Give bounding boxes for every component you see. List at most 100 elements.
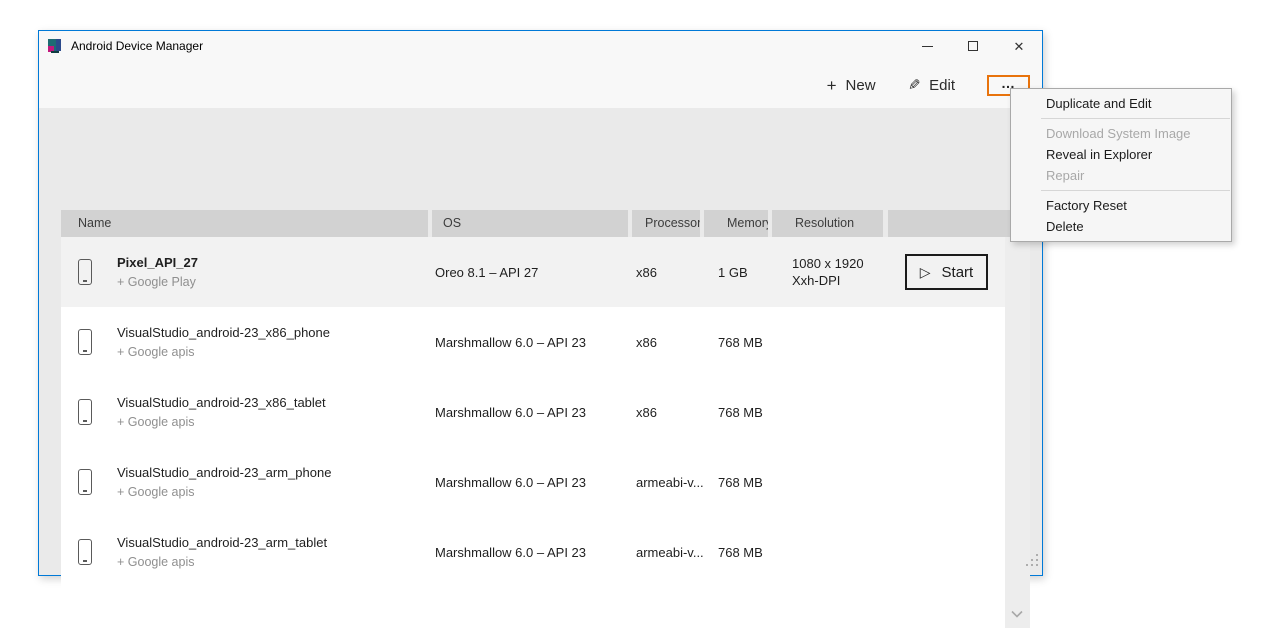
- device-resolution: [772, 377, 888, 447]
- column-header-processor: Processor: [632, 210, 700, 237]
- device-memory: 768 MB: [718, 404, 763, 420]
- new-device-button[interactable]: + New: [827, 77, 876, 94]
- device-name-block: VisualStudio_android-23_x86_phone + Goog…: [117, 325, 330, 359]
- new-button-label: New: [845, 77, 876, 94]
- menu-item-repair: Repair: [1046, 168, 1085, 183]
- device-row[interactable]: Pixel_API_27 + Google Play Oreo 8.1 – AP…: [61, 237, 1005, 307]
- menu-item-delete[interactable]: Delete: [1011, 216, 1231, 237]
- device-name: Pixel_API_27: [117, 255, 198, 270]
- device-resolution: [772, 447, 888, 517]
- device-processor: x86: [636, 264, 657, 280]
- window-resize-grip[interactable]: [1025, 553, 1039, 572]
- phone-icon: [78, 399, 92, 425]
- device-memory: 768 MB: [718, 334, 763, 350]
- phone-icon: [78, 259, 92, 285]
- toolbar: + New ✎ Edit …: [827, 75, 1030, 96]
- device-action-cell: ▷: [888, 307, 1005, 377]
- titlebar: Android Device Manager ✕: [39, 31, 1042, 61]
- table-body: Pixel_API_27 + Google Play Oreo 8.1 – AP…: [61, 237, 1030, 628]
- device-subtitle: + Google apis: [117, 485, 195, 499]
- resolution-line-2: Xxh-DPI: [792, 273, 841, 288]
- device-os: Marshmallow 6.0 – API 23: [435, 544, 587, 560]
- device-name-block: Pixel_API_27 + Google Play: [117, 255, 198, 289]
- device-memory: 768 MB: [718, 474, 763, 490]
- pencil-icon: ✎: [907, 77, 921, 94]
- menu-separator: [1041, 190, 1230, 191]
- device-name-block: VisualStudio_android-23_x86_tablet + Goo…: [117, 395, 326, 429]
- device-memory: 768 MB: [718, 544, 763, 560]
- phone-icon: [78, 469, 92, 495]
- device-os: Marshmallow 6.0 – API 23: [435, 334, 587, 350]
- column-header-os: OS: [432, 210, 628, 237]
- device-subtitle: + Google Play: [117, 275, 196, 289]
- menu-item-duplicate-and-edit[interactable]: Duplicate and Edit: [1011, 93, 1231, 114]
- edit-button-label: Edit: [929, 77, 955, 94]
- device-name: VisualStudio_android-23_x86_phone: [117, 325, 330, 340]
- edit-device-button[interactable]: ✎ Edit: [908, 77, 955, 94]
- device-processor: x86: [636, 334, 657, 350]
- device-name-cell: Pixel_API_27 + Google Play: [61, 237, 432, 307]
- menu-item-factory-reset[interactable]: Factory Reset: [1011, 195, 1231, 216]
- phone-icon: [78, 539, 92, 565]
- device-name: VisualStudio_android-23_arm_phone: [117, 465, 332, 480]
- device-table-rows: Pixel_API_27 + Google Play Oreo 8.1 – AP…: [61, 237, 1005, 628]
- app-icon: [47, 38, 63, 54]
- context-menu: Duplicate and Edit Download System Image R…: [1010, 88, 1232, 242]
- device-name-cell: VisualStudio_android-23_x86_phone + Goog…: [61, 307, 432, 377]
- device-action-cell: ▷: [888, 517, 1005, 587]
- device-name: VisualStudio_android-23_x86_tablet: [117, 395, 326, 410]
- column-header-memory: Memory: [704, 210, 768, 237]
- scroll-down-chevron-icon[interactable]: [1010, 605, 1024, 623]
- phone-icon: [78, 329, 92, 355]
- device-action-cell: ▷: [888, 377, 1005, 447]
- window-title: Android Device Manager: [71, 39, 204, 53]
- device-row[interactable]: VisualStudio_android-23_arm_phone + Goog…: [61, 447, 1005, 517]
- device-row[interactable]: VisualStudio_android-23_x86_phone + Goog…: [61, 307, 1005, 377]
- device-name-cell: VisualStudio_android-23_x86_tablet + Goo…: [61, 377, 432, 447]
- start-button[interactable]: ▷ Start: [905, 254, 988, 290]
- device-resolution: [772, 517, 888, 587]
- device-processor: armeabi-v...: [636, 474, 704, 490]
- device-subtitle: + Google apis: [117, 555, 195, 569]
- resolution-line-1: 1080 x 1920: [792, 256, 864, 271]
- close-icon: ✕: [1013, 38, 1025, 54]
- device-os: Oreo 8.1 – API 27: [435, 264, 539, 280]
- device-row[interactable]: VisualStudio_android-23_x86_tablet + Goo…: [61, 377, 1005, 447]
- device-name: VisualStudio_android-23_arm_tablet: [117, 535, 328, 550]
- device-resolution: 1080 x 1920 Xxh-DPI: [772, 237, 888, 307]
- maximize-button[interactable]: [950, 31, 996, 61]
- device-processor: armeabi-v...: [636, 544, 704, 560]
- column-header-actions: [888, 210, 1030, 237]
- device-os: Marshmallow 6.0 – API 23: [435, 474, 587, 490]
- column-header-resolution: Resolution: [772, 210, 883, 237]
- plus-icon: +: [826, 76, 837, 95]
- device-subtitle: + Google apis: [117, 345, 195, 359]
- menu-item-download-system-image: Download System Image: [1046, 126, 1191, 141]
- menu-separator: [1041, 118, 1230, 119]
- window-controls: ✕: [904, 31, 1042, 61]
- android-device-manager-window: Android Device Manager ✕ + New ✎ Edit … …: [38, 30, 1043, 628]
- device-subtitle: + Google apis: [117, 415, 195, 429]
- device-name-block: VisualStudio_android-23_arm_tablet + Goo…: [117, 535, 327, 569]
- device-name-block: VisualStudio_android-23_arm_phone + Goog…: [117, 465, 331, 499]
- device-resolution: [772, 307, 888, 377]
- minimize-icon: [921, 45, 933, 47]
- device-processor: x86: [636, 404, 657, 420]
- device-action-cell: ▷ Start: [888, 237, 1005, 307]
- device-os: Marshmallow 6.0 – API 23: [435, 404, 587, 420]
- device-row[interactable]: VisualStudio_android-23_arm_tablet + Goo…: [61, 517, 1005, 587]
- menu-item-reveal-in-explorer[interactable]: Reveal in Explorer: [1011, 144, 1231, 165]
- minimize-button[interactable]: [904, 31, 950, 61]
- device-memory: 1 GB: [718, 264, 748, 280]
- table-header: Name OS Processor Memory Resolution: [61, 210, 1030, 237]
- content-area: Name OS Processor Memory Resolution Pixe…: [39, 108, 1042, 628]
- device-name-cell: VisualStudio_android-23_arm_phone + Goog…: [61, 447, 432, 517]
- device-action-cell: ▷: [888, 447, 1005, 517]
- column-header-name: Name: [61, 210, 428, 237]
- device-table: Name OS Processor Memory Resolution Pixe…: [61, 210, 1030, 628]
- device-name-cell: VisualStudio_android-23_arm_tablet + Goo…: [61, 517, 432, 587]
- play-icon: ▷: [919, 264, 931, 280]
- start-button-label: Start: [941, 263, 974, 281]
- maximize-icon: [968, 41, 978, 51]
- close-button[interactable]: ✕: [996, 31, 1042, 61]
